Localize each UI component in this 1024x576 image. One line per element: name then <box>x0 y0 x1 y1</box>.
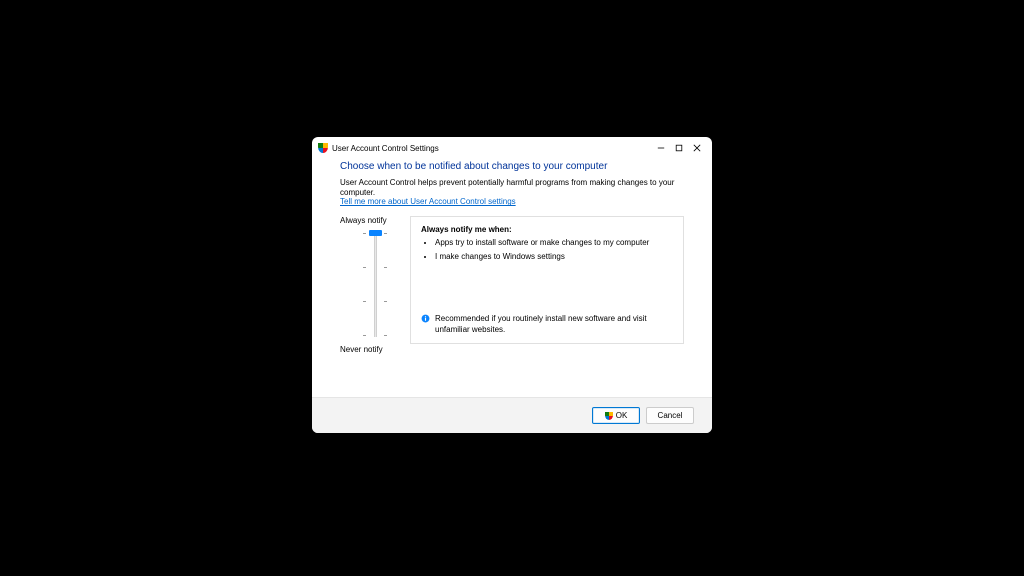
window-title: User Account Control Settings <box>332 144 652 153</box>
maximize-button[interactable] <box>670 140 688 156</box>
close-button[interactable] <box>688 140 706 156</box>
slider-thumb[interactable] <box>369 230 382 236</box>
recommendation-row: Recommended if you routinely install new… <box>421 314 673 335</box>
ok-button-label: OK <box>616 411 628 420</box>
info-bullet-list: Apps try to install software or make cha… <box>435 238 673 265</box>
maximize-icon <box>675 144 683 152</box>
learn-more-link[interactable]: Tell me more about User Account Control … <box>340 197 516 206</box>
recommendation-text: Recommended if you routinely install new… <box>435 314 673 335</box>
titlebar[interactable]: User Account Control Settings <box>312 137 712 159</box>
info-bullet: I make changes to Windows settings <box>435 252 673 262</box>
info-bullet: Apps try to install software or make cha… <box>435 238 673 248</box>
slider-track-line <box>374 233 377 337</box>
shield-icon <box>318 143 328 153</box>
notification-slider[interactable] <box>361 231 389 339</box>
slider-tick <box>363 301 387 302</box>
page-heading: Choose when to be notified about changes… <box>340 161 684 172</box>
slider-tick <box>363 267 387 268</box>
minimize-icon <box>657 144 665 152</box>
info-title: Always notify me when: <box>421 225 673 234</box>
close-icon <box>693 144 701 152</box>
info-panel: Always notify me when: Apps try to insta… <box>410 216 684 344</box>
content-area: Choose when to be notified about changes… <box>312 159 712 397</box>
page-description: User Account Control helps prevent poten… <box>340 178 684 197</box>
minimize-button[interactable] <box>652 140 670 156</box>
cancel-button[interactable]: Cancel <box>646 407 694 424</box>
slider-label-top: Always notify <box>340 216 387 225</box>
uac-settings-window: User Account Control Settings Choose whe… <box>312 137 712 433</box>
button-bar: OK Cancel <box>312 397 712 433</box>
body-row: Always notify Never notify Always notify… <box>340 216 684 354</box>
ok-button[interactable]: OK <box>592 407 640 424</box>
info-icon <box>421 314 430 323</box>
cancel-button-label: Cancel <box>658 411 683 420</box>
slider-label-bottom: Never notify <box>340 345 383 354</box>
slider-column: Always notify Never notify <box>340 216 410 354</box>
slider-tick <box>363 335 387 336</box>
shield-icon <box>605 412 613 420</box>
